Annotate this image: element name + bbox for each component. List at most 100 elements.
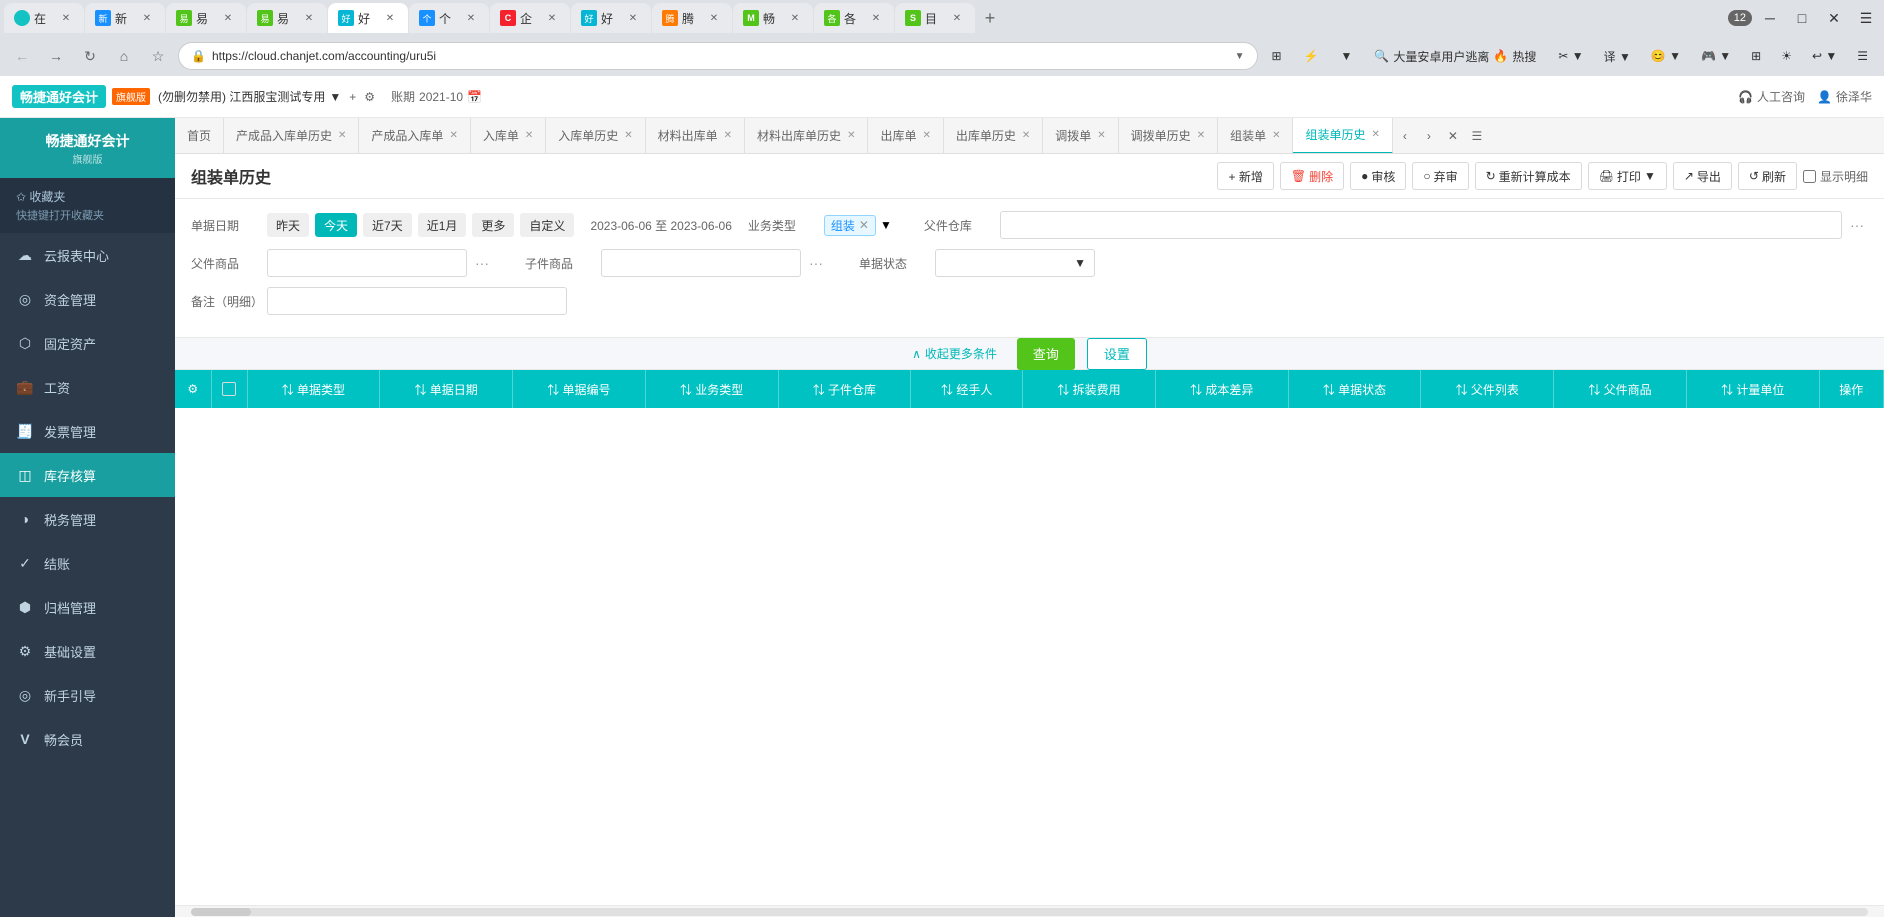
collapse-row[interactable]: ∧ 收起更多条件 查询 设置: [175, 338, 1884, 370]
user-info[interactable]: 👤 徐泽华: [1817, 88, 1872, 105]
date-btn-more[interactable]: 更多: [472, 213, 514, 237]
page-tab-out[interactable]: 出库单 ✕: [868, 118, 943, 154]
print-button[interactable]: 🖨 打印 ▼: [1588, 162, 1667, 190]
page-tab-pack-history[interactable]: 组装单历史 ✕: [1293, 118, 1392, 154]
tab-close-9[interactable]: ✕: [706, 10, 722, 26]
url-bar[interactable]: 🔒 https://cloud.chanjet.com/accounting/u…: [178, 42, 1258, 70]
th-biz-type[interactable]: ⇅ 业务类型: [645, 370, 778, 408]
parent-warehouse-more-icon[interactable]: ···: [1850, 217, 1864, 233]
sidebar-item-inventory[interactable]: ◫ 库存核算: [0, 453, 175, 497]
page-tab-in[interactable]: 入库单 ✕: [471, 118, 546, 154]
browser-tab-3[interactable]: 易 易 ✕: [166, 3, 246, 33]
th-unit[interactable]: ⇅ 计量单位: [1686, 370, 1819, 408]
tab-close-assemble-history[interactable]: ✕: [1197, 130, 1205, 141]
star-button[interactable]: ☆: [144, 42, 172, 70]
tab-close-all[interactable]: ✕: [1441, 118, 1465, 154]
page-tab-home[interactable]: 首页: [175, 118, 224, 154]
qr-code-button[interactable]: ⊞: [1264, 42, 1290, 70]
extensions-button[interactable]: ⚡: [1296, 42, 1327, 70]
refresh-button[interactable]: ↺ 刷新: [1738, 162, 1797, 190]
emoji-button[interactable]: 😊 ▼: [1643, 42, 1689, 70]
tab-close-3[interactable]: ✕: [220, 10, 236, 26]
tab-scroll-right[interactable]: ›: [1417, 118, 1441, 154]
tab-close-10[interactable]: ✕: [787, 10, 803, 26]
home-button[interactable]: ⌂: [110, 42, 138, 70]
child-goods-input[interactable]: [601, 249, 801, 277]
page-tab-produce-in-history[interactable]: 产成品入库单历史 ✕: [224, 118, 359, 154]
page-tab-pack[interactable]: 组装单 ✕: [1218, 118, 1293, 154]
tab-close-2[interactable]: ✕: [139, 10, 155, 26]
biz-type-tag-close[interactable]: ✕: [859, 218, 869, 232]
tab-close-in[interactable]: ✕: [525, 130, 533, 141]
tab-close-out-history[interactable]: ✕: [1022, 130, 1030, 141]
browser-tab-1[interactable]: 在 ✕: [4, 3, 84, 33]
tab-close-12[interactable]: ✕: [949, 10, 965, 26]
forward-button[interactable]: →: [42, 42, 70, 70]
browser-tab-10[interactable]: M 畅 ✕: [733, 3, 813, 33]
undo-button[interactable]: ↩ ▼: [1804, 42, 1845, 70]
page-tab-assemble-history[interactable]: 调拨单历史 ✕: [1119, 118, 1218, 154]
close-window-button[interactable]: ✕: [1820, 4, 1848, 32]
date-btn-yesterday[interactable]: 昨天: [267, 213, 309, 237]
menu-button[interactable]: ☰: [1852, 4, 1880, 32]
tab-close-assemble[interactable]: ✕: [1097, 130, 1105, 141]
parent-goods-more-icon[interactable]: ···: [475, 255, 489, 271]
tab-close-5[interactable]: ✕: [382, 10, 398, 26]
tab-more[interactable]: ☰: [1465, 118, 1489, 154]
browser-tab-2[interactable]: 新 新 ✕: [85, 3, 165, 33]
th-gear[interactable]: ⚙: [175, 370, 211, 408]
tab-close-6[interactable]: ✕: [463, 10, 479, 26]
th-disassemble-fee[interactable]: ⇅ 拆装费用: [1023, 370, 1156, 408]
tab-close-1[interactable]: ✕: [58, 10, 74, 26]
sidebar-item-report[interactable]: ☁ 云报表中心: [0, 233, 175, 277]
select-all-checkbox[interactable]: [222, 382, 236, 396]
th-type[interactable]: ⇅ 单据类型: [247, 370, 380, 408]
th-parent-goods[interactable]: ⇅ 父件商品: [1554, 370, 1687, 408]
sidebar-item-salary[interactable]: 💼 工资: [0, 365, 175, 409]
th-cost-diff[interactable]: ⇅ 成本差异: [1155, 370, 1288, 408]
th-parent-list[interactable]: ⇅ 父件列表: [1421, 370, 1554, 408]
parent-warehouse-input[interactable]: [1000, 211, 1842, 239]
th-number[interactable]: ⇅ 单据编号: [513, 370, 646, 408]
minimize-button[interactable]: ─: [1756, 4, 1784, 32]
delete-button[interactable]: 🗑 删除: [1280, 162, 1344, 190]
tab-close-produce-in-history[interactable]: ✕: [338, 130, 346, 141]
calendar-icon[interactable]: 📅: [467, 90, 482, 104]
browser-menu-button[interactable]: ☰: [1849, 42, 1876, 70]
browser-tab-5[interactable]: 好 好 ✕: [328, 3, 408, 33]
sidebar-item-tax[interactable]: ◑ 税务管理: [0, 497, 175, 541]
browser-tab-12[interactable]: S 目 ✕: [895, 3, 975, 33]
date-btn-7days[interactable]: 近7天: [363, 213, 412, 237]
sidebar-favorite[interactable]: ✩ 收藏夹 快捷键打开收藏夹: [0, 178, 175, 233]
remarks-input[interactable]: [267, 287, 567, 315]
settings-btn[interactable]: ⚙: [364, 90, 375, 104]
query-button[interactable]: 查询: [1017, 338, 1075, 370]
browser-tab-11[interactable]: 各 各 ✕: [814, 3, 894, 33]
bill-status-select[interactable]: ▼: [935, 249, 1095, 277]
export-button[interactable]: ↗ 导出: [1673, 162, 1732, 190]
bottom-scrollbar[interactable]: [175, 905, 1884, 917]
child-goods-more-icon[interactable]: ···: [809, 255, 823, 271]
maximize-button[interactable]: □: [1788, 4, 1816, 32]
tab-close-4[interactable]: ✕: [301, 10, 317, 26]
page-tab-out-history[interactable]: 出库单历史 ✕: [944, 118, 1043, 154]
tab-close-in-history[interactable]: ✕: [624, 130, 632, 141]
page-tab-produce-in[interactable]: 产成品入库单 ✕: [359, 118, 470, 154]
tab-close-pack[interactable]: ✕: [1272, 130, 1280, 141]
tab-close-out[interactable]: ✕: [922, 130, 930, 141]
tab-close-8[interactable]: ✕: [625, 10, 641, 26]
page-tab-assemble[interactable]: 调拨单 ✕: [1043, 118, 1118, 154]
settings-btn-filter[interactable]: 设置: [1087, 338, 1147, 370]
translate-button[interactable]: 译 ▼: [1596, 42, 1639, 70]
th-handler[interactable]: ⇅ 经手人: [911, 370, 1023, 408]
unapprove-button[interactable]: ○ 弃审: [1412, 162, 1468, 190]
back-button[interactable]: ←: [8, 42, 36, 70]
reload-button[interactable]: ↻: [76, 42, 104, 70]
sidebar-item-fund[interactable]: ◎ 资金管理: [0, 277, 175, 321]
th-date[interactable]: ⇅ 单据日期: [380, 370, 513, 408]
sidebar-item-invoice[interactable]: 🧾 发票管理: [0, 409, 175, 453]
page-tab-material-out[interactable]: 材料出库单 ✕: [646, 118, 745, 154]
browser-tab-6[interactable]: 个 个 ✕: [409, 3, 489, 33]
date-btn-today[interactable]: 今天: [315, 213, 357, 237]
sun-button[interactable]: ☀: [1773, 42, 1800, 70]
